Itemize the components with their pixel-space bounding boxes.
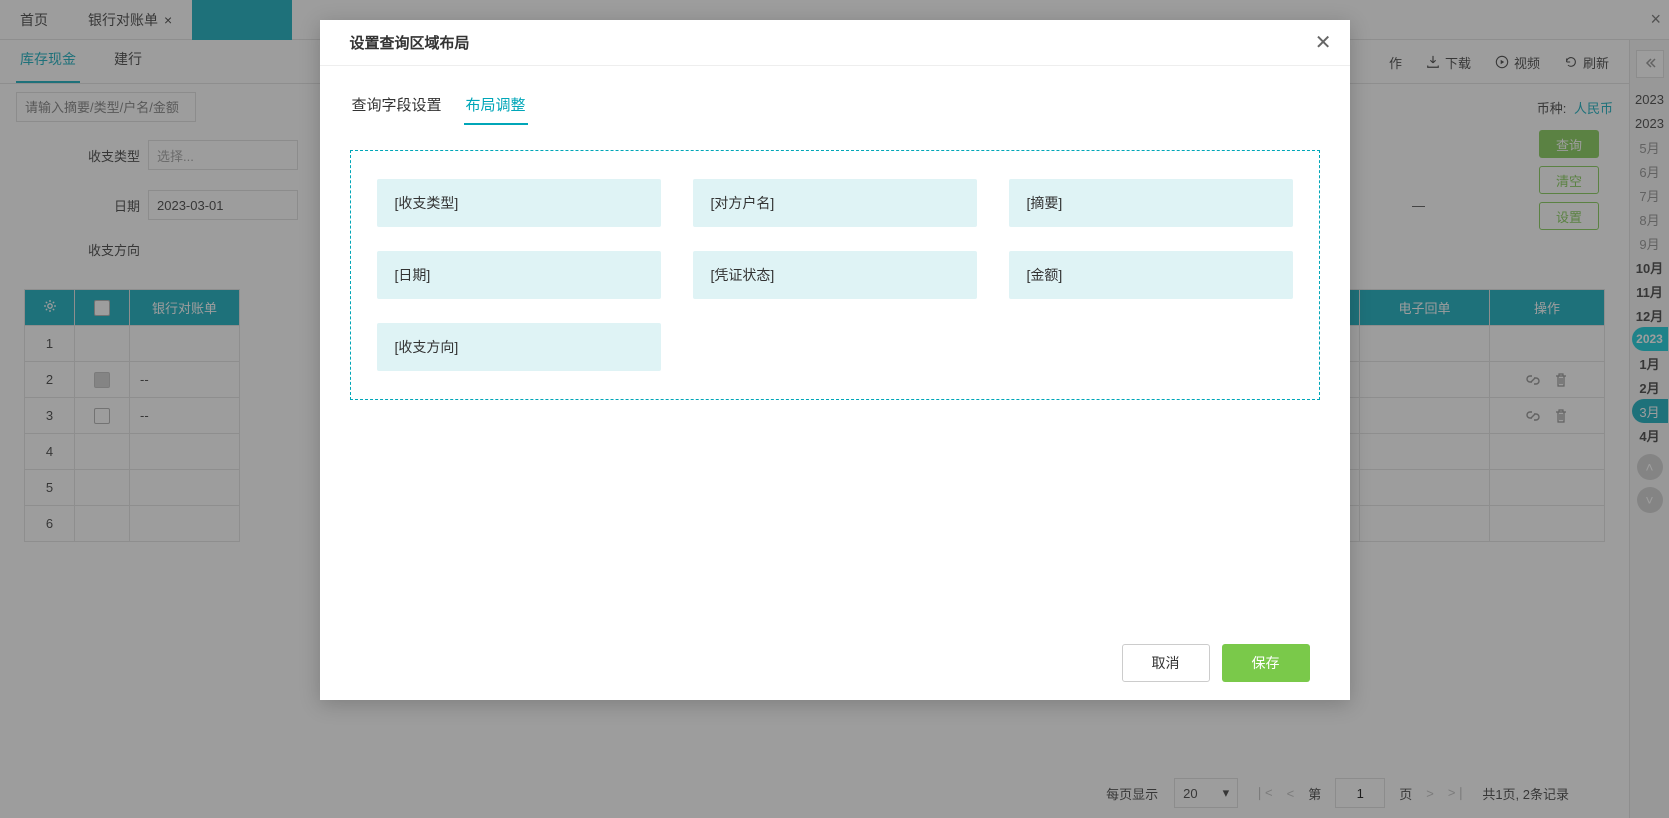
modal-tab-layout[interactable]: 布局调整: [464, 86, 528, 125]
modal-body: 查询字段设置 布局调整 [收支类型] [对方户名] [摘要] [日期] [凭证状态] [金…: [320, 66, 1350, 626]
modal-title: 设置查询区域布局: [350, 32, 470, 53]
modal-tab-fields-label: 查询字段设置: [352, 97, 442, 114]
layout-item[interactable]: [凭证状态]: [693, 251, 977, 299]
modal-tab-fields[interactable]: 查询字段设置: [350, 86, 444, 125]
layout-item[interactable]: [对方户名]: [693, 179, 977, 227]
modal-footer: 取消 保存: [320, 626, 1350, 700]
save-button[interactable]: 保存: [1222, 644, 1310, 682]
layout-area[interactable]: [收支类型] [对方户名] [摘要] [日期] [凭证状态] [金额] [收支方向]: [350, 150, 1320, 400]
modal-tabs: 查询字段设置 布局调整: [350, 86, 1320, 126]
layout-settings-modal: 设置查询区域布局 ✕ 查询字段设置 布局调整 [收支类型][对方户名][摘要][…: [320, 20, 1350, 700]
modal-overlay[interactable]: 设置查询区域布局 ✕ 查询字段设置 布局调整 [收支类型][对方户名][摘要][…: [0, 0, 1669, 818]
cancel-button-label: 取消: [1152, 653, 1180, 673]
modal-tab-layout-label: 布局调整: [466, 97, 526, 114]
cancel-button[interactable]: 取消: [1122, 644, 1210, 682]
save-button-label: 保存: [1252, 653, 1280, 673]
modal-close-button[interactable]: ✕: [1315, 30, 1332, 55]
close-icon: ✕: [1315, 32, 1332, 54]
layout-item[interactable]: [摘要]: [1009, 179, 1293, 227]
modal-header: 设置查询区域布局 ✕: [320, 20, 1350, 66]
layout-item[interactable]: [日期]: [377, 251, 661, 299]
layout-item[interactable]: [金额]: [1009, 251, 1293, 299]
layout-item[interactable]: [收支类型]: [377, 179, 661, 227]
layout-item[interactable]: [收支方向]: [377, 323, 661, 371]
